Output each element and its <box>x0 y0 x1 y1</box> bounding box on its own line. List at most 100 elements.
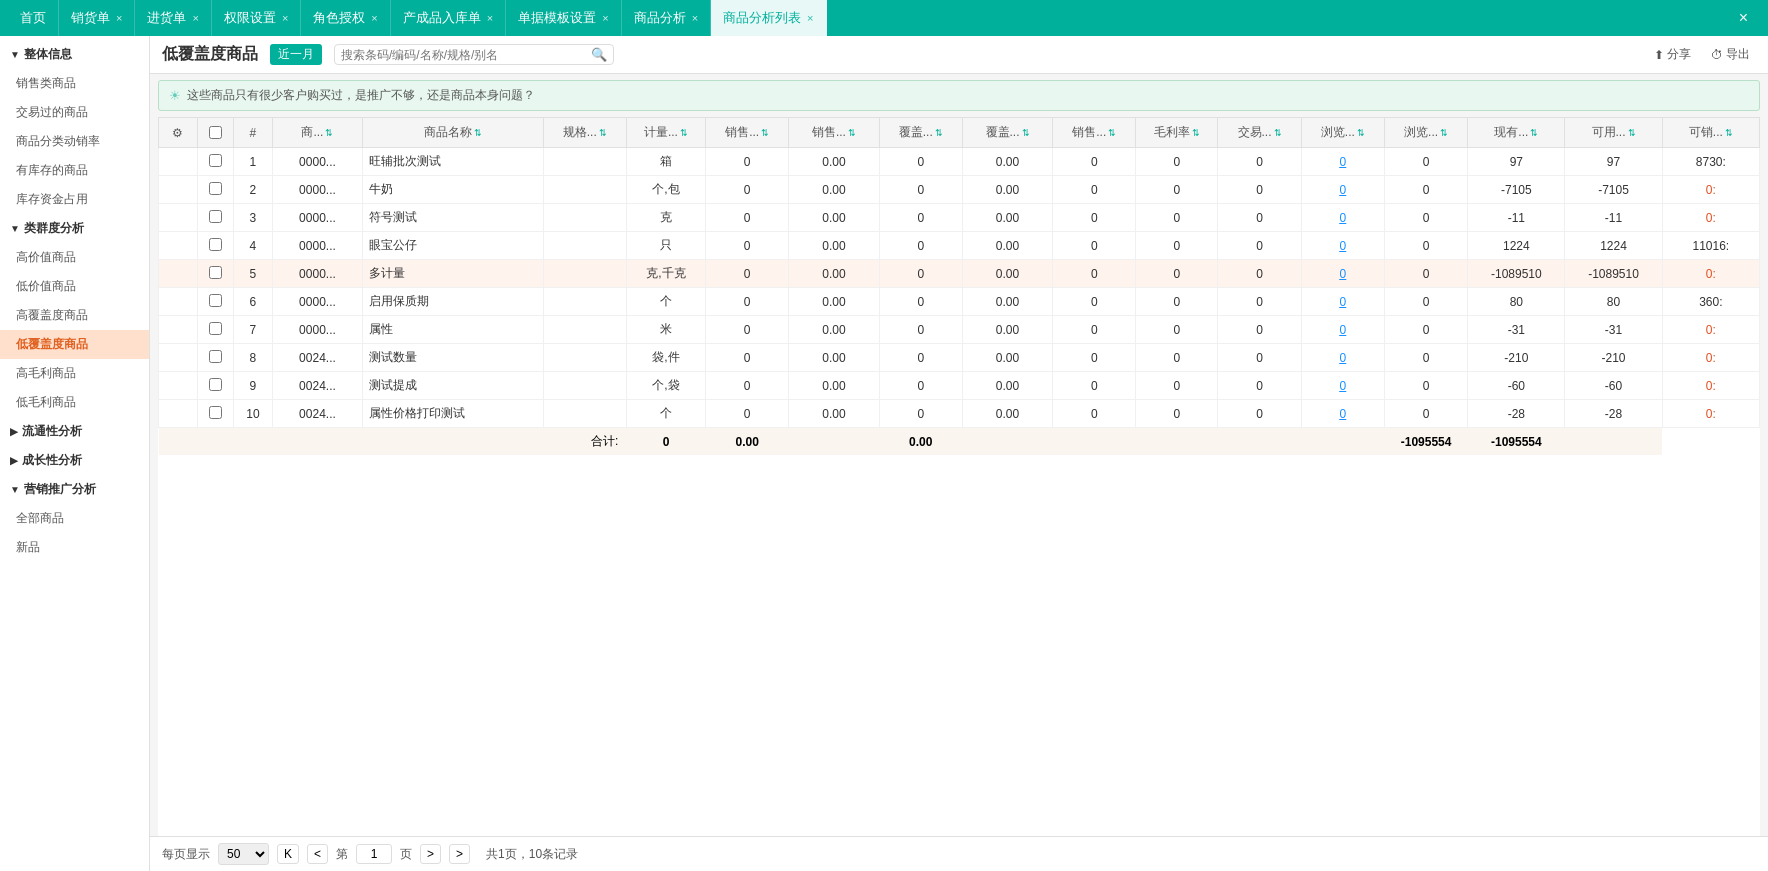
th-checkbox[interactable] <box>197 118 233 148</box>
nav-template-settings-close[interactable]: × <box>602 12 608 24</box>
nav-home[interactable]: 首页 <box>8 0 59 36</box>
page-number-input[interactable] <box>356 844 392 864</box>
sidebar-item-category-turnover[interactable]: 商品分类动销率 <box>0 127 149 156</box>
nav-product-entry-close[interactable]: × <box>487 12 493 24</box>
page-size-select[interactable]: 50 100 200 <box>218 843 269 865</box>
cell-view1-7[interactable]: 0 <box>1301 344 1384 372</box>
sidebar-item-high-value[interactable]: 高价值商品 <box>0 243 149 272</box>
sidebar-section-overall[interactable]: ▼ 整体信息 <box>0 40 149 69</box>
export-button[interactable]: ⏱ 导出 <box>1705 44 1756 65</box>
th-cov1[interactable]: 覆盖...⇅ <box>879 118 962 148</box>
cell-view1-9[interactable]: 0 <box>1301 400 1384 428</box>
cell-view1-6[interactable]: 0 <box>1301 316 1384 344</box>
nav-template-settings[interactable]: 单据模板设置 × <box>506 0 621 36</box>
th-view2[interactable]: 浏览...⇅ <box>1384 118 1467 148</box>
sidebar-item-in-stock-goods[interactable]: 有库存的商品 <box>0 156 149 185</box>
cell-view1-0[interactable]: 0 <box>1301 148 1384 176</box>
th-code[interactable]: 商...⇅ <box>272 118 362 148</box>
cell-checkbox-7[interactable] <box>197 344 233 372</box>
cell-view1-2[interactable]: 0 <box>1301 204 1384 232</box>
th-cov2[interactable]: 覆盖...⇅ <box>962 118 1052 148</box>
cell-checkbox-1[interactable] <box>197 176 233 204</box>
th-name[interactable]: 商品名称⇅ <box>363 118 544 148</box>
nav-purchase[interactable]: 进货单 × <box>135 0 211 36</box>
sidebar-section-marketing[interactable]: ▼ 营销推广分析 <box>0 475 149 504</box>
nav-role-auth[interactable]: 角色授权 × <box>301 0 390 36</box>
nav-role-auth-close[interactable]: × <box>371 12 377 24</box>
cell-checkbox-2[interactable] <box>197 204 233 232</box>
sidebar-item-low-margin[interactable]: 低毛利商品 <box>0 388 149 417</box>
th-view1[interactable]: 浏览...⇅ <box>1301 118 1384 148</box>
cell-code-3: 0000... <box>272 232 362 260</box>
cell-view1-1[interactable]: 0 <box>1301 176 1384 204</box>
sidebar-item-sales-goods[interactable]: 销售类商品 <box>0 69 149 98</box>
cell-view2-6: 0 <box>1384 316 1467 344</box>
cell-view1-8[interactable]: 0 <box>1301 372 1384 400</box>
cell-view1-3[interactable]: 0 <box>1301 232 1384 260</box>
th-sales-amt[interactable]: 销售...⇅ <box>789 118 879 148</box>
nav-product-analysis-list[interactable]: 商品分析列表 × <box>711 0 826 36</box>
nav-sales[interactable]: 销货单 × <box>59 0 135 36</box>
sidebar-item-low-coverage[interactable]: 低覆盖度商品 <box>0 330 149 359</box>
th-sales-qty[interactable]: 销售...⇅ <box>706 118 789 148</box>
first-page-button[interactable]: K <box>277 844 299 864</box>
sidebar-item-all-goods[interactable]: 全部商品 <box>0 504 149 533</box>
cell-avail-9: -28 <box>1565 400 1662 428</box>
sidebar-item-high-coverage[interactable]: 高覆盖度商品 <box>0 301 149 330</box>
th-gross[interactable]: 毛利率⇅ <box>1136 118 1218 148</box>
prev-page-button[interactable]: < <box>307 844 328 864</box>
cell-checkbox-3[interactable] <box>197 232 233 260</box>
sidebar-section-growth[interactable]: ▶ 成长性分析 <box>0 446 149 475</box>
cell-checkbox-0[interactable] <box>197 148 233 176</box>
sidebar-section-cluster[interactable]: ▼ 类群度分析 <box>0 214 149 243</box>
window-close-button[interactable]: × <box>1727 9 1760 27</box>
th-sales3[interactable]: 销售...⇅ <box>1053 118 1136 148</box>
sidebar-item-stock-capital[interactable]: 库存资金占用 <box>0 185 149 214</box>
th-trade[interactable]: 交易...⇅ <box>1218 118 1301 148</box>
nav-auth-settings-close[interactable]: × <box>282 12 288 24</box>
cell-name-9: 属性价格打印测试 <box>363 400 544 428</box>
cell-cov2-6: 0.00 <box>962 316 1052 344</box>
th-unit[interactable]: 计量...⇅ <box>626 118 705 148</box>
info-text: 这些商品只有很少客户购买过，是推广不够，还是商品本身问题？ <box>187 87 535 104</box>
nav-product-entry[interactable]: 产成品入库单 × <box>391 0 506 36</box>
sidebar-item-low-value[interactable]: 低价值商品 <box>0 272 149 301</box>
cell-cov2-1: 0.00 <box>962 176 1052 204</box>
cell-checkbox-4[interactable] <box>197 260 233 288</box>
th-avail-stock[interactable]: 可用...⇅ <box>1565 118 1662 148</box>
nav-sales-close[interactable]: × <box>116 12 122 24</box>
data-table-container[interactable]: ⚙ # 商...⇅ 商品名称⇅ 规格...⇅ <box>158 117 1760 836</box>
cell-gross-8: 0 <box>1136 372 1218 400</box>
search-input[interactable] <box>341 48 591 62</box>
next-page-button[interactable]: > <box>420 844 441 864</box>
sidebar-item-traded-goods[interactable]: 交易过的商品 <box>0 98 149 127</box>
nav-auth-settings[interactable]: 权限设置 × <box>212 0 301 36</box>
sidebar-section-liquidity[interactable]: ▶ 流通性分析 <box>0 417 149 446</box>
cell-checkbox-6[interactable] <box>197 316 233 344</box>
sidebar-item-new-goods[interactable]: 新品 <box>0 533 149 562</box>
share-button[interactable]: ⬆ 分享 <box>1648 44 1697 65</box>
sidebar-item-high-margin[interactable]: 高毛利商品 <box>0 359 149 388</box>
th-spec[interactable]: 规格...⇅ <box>543 118 626 148</box>
cell-sellable-1: 0: <box>1662 176 1759 204</box>
th-sellable[interactable]: 可销...⇅ <box>1662 118 1759 148</box>
cell-settings-3 <box>159 232 198 260</box>
cell-checkbox-8[interactable] <box>197 372 233 400</box>
sidebar-collapse-button[interactable]: « <box>149 76 150 116</box>
cell-checkbox-9[interactable] <box>197 400 233 428</box>
cell-checkbox-5[interactable] <box>197 288 233 316</box>
select-all-checkbox[interactable] <box>209 126 222 139</box>
cell-sales-amt-0: 0.00 <box>789 148 879 176</box>
th-settings[interactable]: ⚙ <box>159 118 198 148</box>
nav-product-analysis-list-close[interactable]: × <box>807 12 813 24</box>
time-filter-button[interactable]: 近一月 <box>270 44 322 65</box>
nav-purchase-close[interactable]: × <box>192 12 198 24</box>
last-page-button[interactable]: > <box>449 844 470 864</box>
nav-product-analysis[interactable]: 商品分析 × <box>622 0 711 36</box>
cell-view1-5[interactable]: 0 <box>1301 288 1384 316</box>
nav-product-analysis-close[interactable]: × <box>692 12 698 24</box>
th-cur-stock[interactable]: 现有...⇅ <box>1468 118 1565 148</box>
cell-view1-4[interactable]: 0 <box>1301 260 1384 288</box>
cell-trade-8: 0 <box>1218 372 1301 400</box>
cell-code-4: 0000... <box>272 260 362 288</box>
